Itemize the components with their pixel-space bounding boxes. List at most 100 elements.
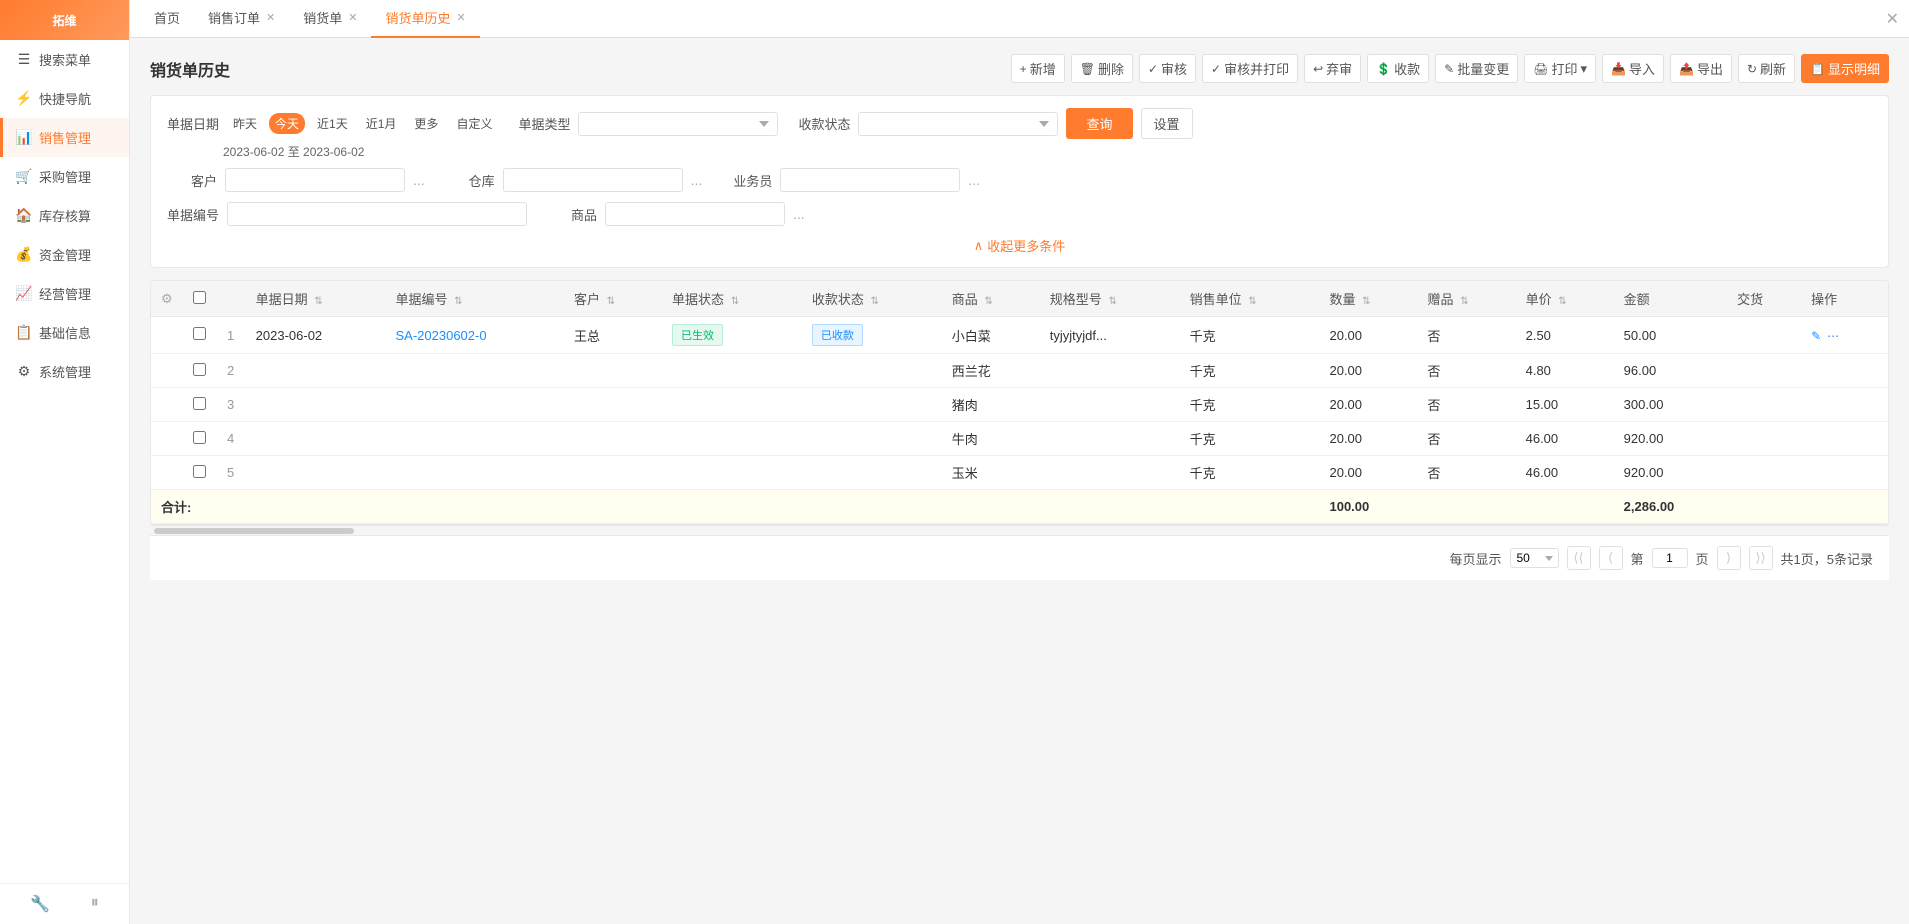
operations-mgmt-icon: 📈 <box>15 285 33 303</box>
scroll-thumb[interactable] <box>154 528 354 534</box>
sales-rep-input[interactable] <box>780 168 960 192</box>
sidebar-item-search-menu[interactable]: ☰ 搜索菜单 <box>0 40 129 79</box>
payment-status-select[interactable] <box>858 112 1058 136</box>
sidebar-item-operations-mgmt[interactable]: 📈 经营管理 <box>0 274 129 313</box>
system-mgmt-icon: ⚙ <box>15 363 33 381</box>
audit-button[interactable]: ✓ 审核 <box>1139 54 1196 83</box>
batch-change-button[interactable]: ✎ 批量变更 <box>1435 54 1518 83</box>
collapse-button[interactable]: ∧ 收起更多条件 <box>167 236 1872 255</box>
doc-date-column-header[interactable]: 单据日期 ⇅ <box>246 281 386 317</box>
shortcut-yesterday[interactable]: 昨天 <box>227 113 263 134</box>
doc-no-input[interactable] <box>227 202 527 226</box>
row-doc-no-0[interactable]: SA-20230602-0 <box>386 317 564 354</box>
row-checkbox-4[interactable] <box>183 456 216 490</box>
warehouse-dots[interactable]: ... <box>691 172 703 188</box>
prev-page-btn[interactable]: ⟨ <box>1599 546 1623 570</box>
search-menu-icon: ☰ <box>15 51 33 69</box>
tab-close-sales-goods[interactable]: ✕ <box>348 11 357 24</box>
quantity-column-header[interactable]: 数量 ⇅ <box>1319 281 1417 317</box>
row-action-4 <box>1801 456 1888 490</box>
new-button[interactable]: + 新增 <box>1011 54 1065 83</box>
collect-button[interactable]: 💲 收款 <box>1367 54 1429 83</box>
page-input[interactable] <box>1652 548 1688 568</box>
customer-label: 客户 <box>167 171 217 190</box>
doc-no-column-header[interactable]: 单据编号 ⇅ <box>386 281 564 317</box>
query-button[interactable]: 查询 <box>1066 108 1132 139</box>
shortcut-more[interactable]: 更多 <box>408 113 444 134</box>
goods-input[interactable] <box>605 202 785 226</box>
abandon-button[interactable]: ↩ 弃审 <box>1304 54 1361 83</box>
row-select-2[interactable] <box>193 397 206 410</box>
row-edit-0[interactable]: ✎ <box>1811 329 1821 343</box>
sidebar-collapse-btn[interactable]: ⏸ <box>91 894 99 914</box>
row-checkbox-0[interactable] <box>183 317 216 354</box>
payment-status-column-header[interactable]: 收款状态 ⇅ <box>802 281 942 317</box>
settings-button[interactable]: 设置 <box>1141 108 1193 139</box>
sidebar-item-quick-nav[interactable]: ⚡ 快捷导航 <box>0 79 129 118</box>
sales-rep-dots[interactable]: ... <box>968 172 980 188</box>
row-select-4[interactable] <box>193 465 206 478</box>
row-spec-type-0: tyjyjtyjdf... <box>1040 317 1180 354</box>
row-num-4: 5 <box>216 456 246 490</box>
row-customer-2 <box>564 388 662 422</box>
sidebar-item-finance-mgmt[interactable]: 💰 资金管理 <box>0 235 129 274</box>
customer-column-header[interactable]: 客户 ⇅ <box>564 281 662 317</box>
row-checkbox-1[interactable] <box>183 354 216 388</box>
sidebar-item-system-mgmt[interactable]: ⚙ 系统管理 <box>0 352 129 391</box>
refresh-button[interactable]: ↻ 刷新 <box>1738 54 1795 83</box>
customer-dots[interactable]: ... <box>413 172 425 188</box>
first-page-btn[interactable]: ⟨⟨ <box>1567 546 1591 570</box>
spec-type-column-header[interactable]: 规格型号 ⇅ <box>1040 281 1180 317</box>
row-select-3[interactable] <box>193 431 206 444</box>
row-select-1[interactable] <box>193 363 206 376</box>
import-button[interactable]: 📥 导入 <box>1602 54 1664 83</box>
tab-close-sales-goods-history[interactable]: ✕ <box>457 11 466 24</box>
tab-bar-close-btn[interactable]: ✕ <box>1886 9 1899 29</box>
print-button[interactable]: 🖨 打印 ▾ <box>1524 54 1596 83</box>
tab-sales-goods[interactable]: 销货单 ✕ <box>289 0 371 38</box>
customer-input[interactable] <box>225 168 405 192</box>
last-page-btn[interactable]: ⟩⟩ <box>1749 546 1773 570</box>
warehouse-input[interactable] <box>503 168 683 192</box>
horizontal-scrollbar[interactable] <box>150 525 1889 535</box>
sidebar-item-sales-mgmt[interactable]: 📊 销售管理 <box>0 118 129 157</box>
sidebar-item-purchase-mgmt[interactable]: 🛒 采购管理 <box>0 157 129 196</box>
sidebar-item-basic-info[interactable]: 📋 基础信息 <box>0 313 129 352</box>
purchase-mgmt-icon: 🛒 <box>15 168 33 186</box>
footer-total-amount: 2,286.00 <box>1614 490 1727 524</box>
shortcut-last1m[interactable]: 近1月 <box>360 113 403 134</box>
delete-button[interactable]: 🗑 删除 <box>1071 54 1133 83</box>
row-more-0[interactable]: ⋯ <box>1827 329 1839 343</box>
goods-dots[interactable]: ... <box>793 206 805 222</box>
audit-print-button[interactable]: ✓ 审核并打印 <box>1202 54 1298 83</box>
sidebar-item-label: 快捷导航 <box>39 89 91 108</box>
sidebar-item-inventory-calc[interactable]: 🏠 库存核算 <box>0 196 129 235</box>
row-doc-no-1 <box>386 354 564 388</box>
goods-column-header[interactable]: 商品 ⇅ <box>942 281 1040 317</box>
tab-close-sales-order[interactable]: ✕ <box>266 11 275 24</box>
filter-row-1: 单据日期 昨天 今天 近1天 近1月 更多 自定义 单据类型 <box>167 108 1872 139</box>
tab-sales-order[interactable]: 销售订单 ✕ <box>194 0 289 38</box>
doc-status-column-header[interactable]: 单据状态 ⇅ <box>662 281 802 317</box>
shortcut-last7[interactable]: 近1天 <box>311 113 354 134</box>
shortcut-custom[interactable]: 自定义 <box>450 113 498 134</box>
sidebar-settings-btn[interactable]: 🔧 <box>30 894 50 914</box>
sales-unit-column-header[interactable]: 销售单位 ⇅ <box>1180 281 1320 317</box>
checkbox-column-header[interactable] <box>183 281 216 317</box>
row-checkbox-3[interactable] <box>183 422 216 456</box>
gift-column-header[interactable]: 赠品 ⇅ <box>1418 281 1516 317</box>
row-checkbox-2[interactable] <box>183 388 216 422</box>
gear-column-header[interactable]: ⚙ <box>151 281 183 317</box>
per-page-select[interactable]: 50 10 20 100 <box>1510 548 1559 568</box>
row-select-0[interactable] <box>193 327 206 340</box>
select-all-checkbox[interactable] <box>193 291 206 304</box>
export-button[interactable]: 📤 导出 <box>1670 54 1732 83</box>
row-goods-2: 猪肉 <box>942 388 1040 422</box>
shortcut-today[interactable]: 今天 <box>269 113 305 134</box>
unit-price-column-header[interactable]: 单价 ⇅ <box>1516 281 1614 317</box>
show-detail-button[interactable]: 📋 显示明细 <box>1801 54 1889 83</box>
next-page-btn[interactable]: ⟩ <box>1717 546 1741 570</box>
tab-sales-goods-history[interactable]: 销货单历史 ✕ <box>371 0 479 38</box>
doc-type-select[interactable] <box>578 112 778 136</box>
tab-home[interactable]: 首页 <box>140 0 194 38</box>
